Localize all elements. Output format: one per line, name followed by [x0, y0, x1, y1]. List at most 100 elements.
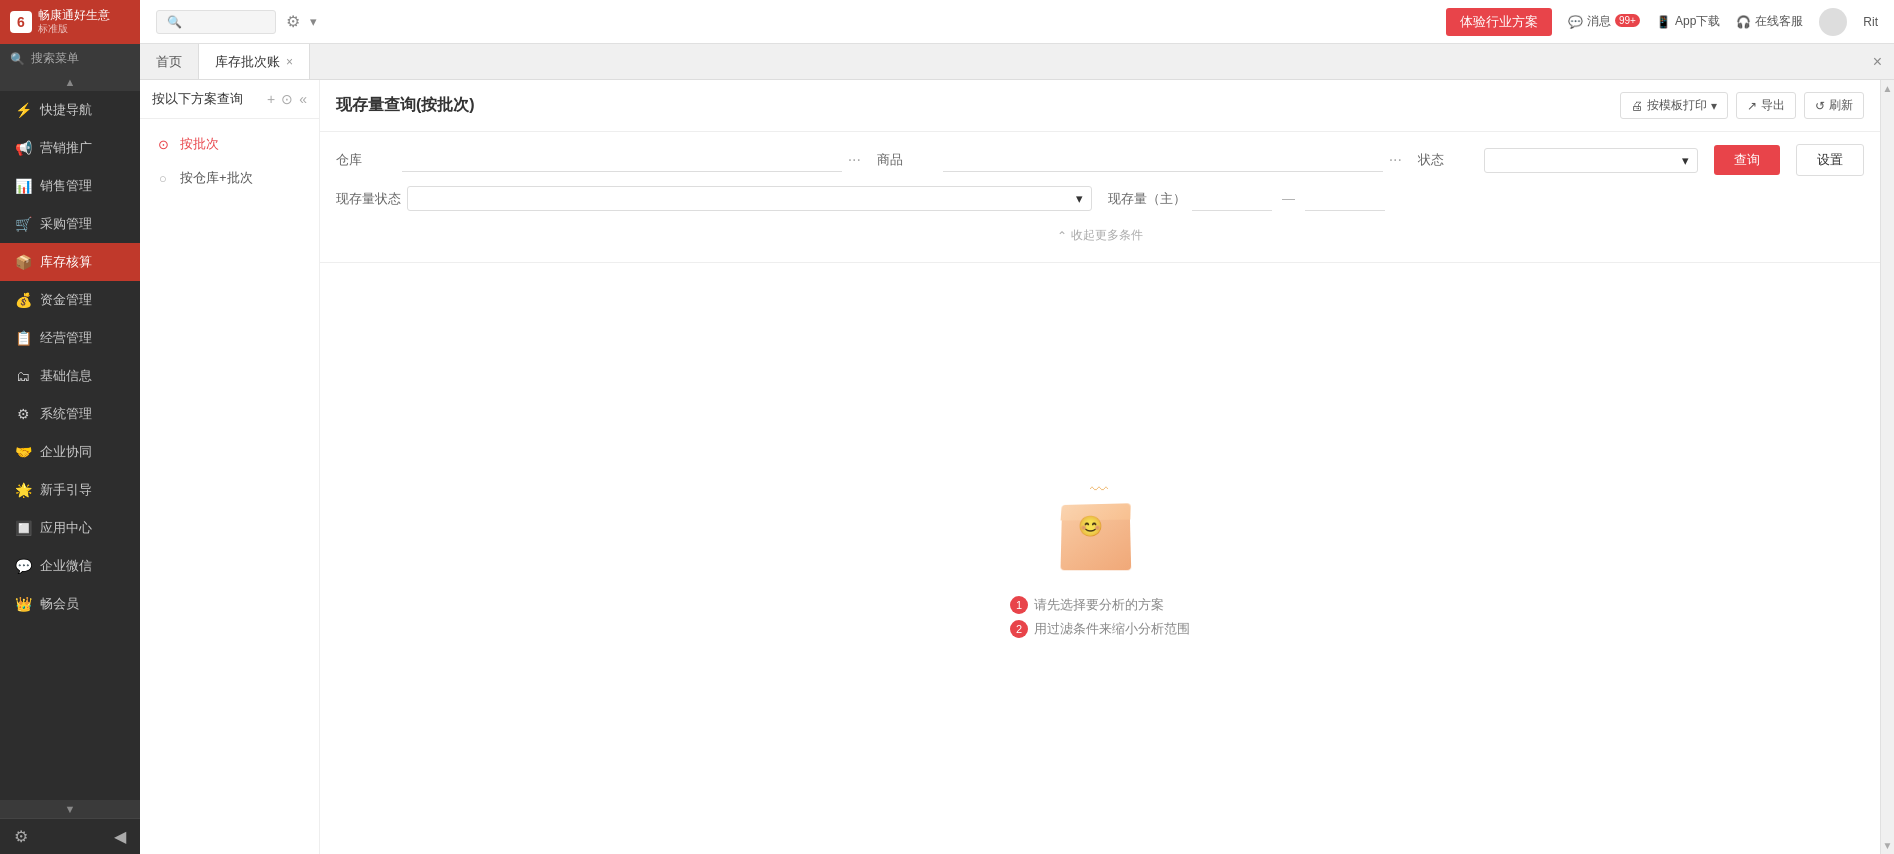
topbar-chevron-icon[interactable]: ▾ [310, 14, 317, 29]
stock-status-select[interactable]: ▾ [407, 186, 1092, 211]
sidebar-settings-icon[interactable]: ⚙ [14, 827, 28, 846]
user-avatar[interactable] [1819, 8, 1847, 36]
stock-qty-dash: — [1282, 191, 1295, 206]
sidebar-item-app-center[interactable]: 🔲 应用中心 [0, 509, 140, 547]
sidebar-label-inventory: 库存核算 [40, 253, 92, 271]
filter-panel-title: 按以下方案查询 [152, 90, 243, 108]
filter-row-2: 现存量状态 ▾ 现存量（主） — [336, 186, 1864, 211]
print-dropdown-icon: ▾ [1711, 99, 1717, 113]
tab-inventory-batch-label: 库存批次账 [215, 53, 280, 71]
product-input[interactable] [943, 148, 1383, 172]
status-label: 状态 [1418, 151, 1478, 169]
product-dots[interactable]: ··· [1389, 151, 1402, 169]
sidebar-item-member[interactable]: 👑 畅会员 [0, 585, 140, 623]
app-download-item[interactable]: 📱 App下载 [1656, 13, 1720, 30]
sidebar-item-sales[interactable]: 📊 销售管理 [0, 167, 140, 205]
experience-btn[interactable]: 体验行业方案 [1446, 8, 1552, 36]
sidebar-item-basic[interactable]: 🗂 基础信息 [0, 357, 140, 395]
message-label: 消息 [1587, 13, 1611, 30]
app-version: 标准版 [38, 22, 110, 36]
print-btn[interactable]: 🖨 按模板打印 ▾ [1620, 92, 1728, 119]
sidebar-label-enterprise: 企业协同 [40, 443, 92, 461]
app-name: 畅康通好生意 [38, 8, 110, 22]
sidebar-footer: ⚙ ◀ [0, 818, 140, 854]
collapse-row[interactable]: ⌃ 收起更多条件 [336, 221, 1864, 250]
online-service-item[interactable]: 🎧 在线客服 [1736, 13, 1803, 30]
status-field: 状态 ▾ [1418, 148, 1698, 173]
refresh-btn[interactable]: ↺ 刷新 [1804, 92, 1864, 119]
settings-button[interactable]: 设置 [1796, 144, 1864, 176]
sidebar-item-purchase[interactable]: 🛒 采购管理 [0, 205, 140, 243]
export-btn[interactable]: ↗ 导出 [1736, 92, 1796, 119]
sidebar-nav: ⚡ 快捷导航 📢 营销推广 📊 销售管理 🛒 采购管理 📦 库存核算 💰 资金管… [0, 91, 140, 800]
search-label: 搜索菜单 [31, 50, 79, 67]
tab-home-label: 首页 [156, 53, 182, 71]
panel-collapse-icon[interactable]: « [299, 91, 307, 107]
topbar-search-box[interactable]: 🔍 [156, 10, 276, 34]
warehouse-label: 仓库 [336, 151, 396, 169]
sidebar-search[interactable]: 🔍 搜索菜单 [0, 44, 140, 73]
tab-close-icon[interactable]: × [286, 55, 293, 69]
page-title: 现存量查询(按批次) [336, 95, 475, 116]
stock-status-field: 现存量状态 ▾ [336, 186, 1092, 211]
sidebar-label-operations: 经营管理 [40, 329, 92, 347]
topbar: 🔍 ⚙ ▾ 体验行业方案 💬 消息 99+ 📱 App下载 🎧 在线客服 Rit [140, 0, 1894, 44]
query-button[interactable]: 查询 [1714, 145, 1780, 175]
export-label: 导出 [1761, 97, 1785, 114]
scroll-up-arrow[interactable]: ▲ [1883, 80, 1893, 97]
status-chevron-icon: ▾ [1682, 153, 1689, 168]
sidebar-item-system[interactable]: ⚙ 系统管理 [0, 395, 140, 433]
guide-icon: 🌟 [14, 481, 32, 499]
user-name: Rit [1863, 15, 1878, 29]
message-badge: 99+ [1615, 14, 1640, 27]
sidebar-item-marketing[interactable]: 📢 营销推广 [0, 129, 140, 167]
sidebar-collapse-icon[interactable]: ◀ [114, 827, 126, 846]
status-select[interactable]: ▾ [1484, 148, 1698, 173]
warehouse-dots[interactable]: ··· [848, 151, 861, 169]
tab-home[interactable]: 首页 [140, 44, 199, 79]
scheme-settings-icon[interactable]: ⊙ [281, 91, 293, 107]
sidebar: 6 畅康通好生意 标准版 🔍 搜索菜单 ▲ ⚡ 快捷导航 📢 营销推广 📊 销售… [0, 0, 140, 854]
sidebar-item-inventory[interactable]: 📦 库存核算 [0, 243, 140, 281]
sidebar-label-system: 系统管理 [40, 405, 92, 423]
app-center-icon: 🔲 [14, 519, 32, 537]
message-item[interactable]: 💬 消息 99+ [1568, 13, 1640, 30]
sidebar-label-marketing: 营销推广 [40, 139, 92, 157]
hint-num-1: 1 [1010, 596, 1028, 614]
sidebar-item-enterprise-wechat[interactable]: 💬 企业微信 [0, 547, 140, 585]
warehouse-input[interactable] [402, 148, 842, 172]
tab-bar-close-icon[interactable]: × [1861, 53, 1894, 71]
app-download-label: App下载 [1675, 13, 1720, 30]
add-scheme-icon[interactable]: + [267, 91, 275, 107]
enterprise-icon: 🤝 [14, 443, 32, 461]
filter-scheme-by-batch[interactable]: ⊙ 按批次 [140, 127, 319, 161]
sidebar-label-purchase: 采购管理 [40, 215, 92, 233]
sidebar-item-finance[interactable]: 💰 资金管理 [0, 281, 140, 319]
sidebar-item-guide[interactable]: 🌟 新手引导 [0, 471, 140, 509]
sidebar-item-operations[interactable]: 📋 经营管理 [0, 319, 140, 357]
collapse-label: 收起更多条件 [1071, 227, 1143, 244]
stock-qty-to[interactable] [1305, 187, 1385, 211]
sidebar-item-enterprise[interactable]: 🤝 企业协同 [0, 433, 140, 471]
scroll-down-arrow[interactable]: ▼ [1883, 837, 1893, 854]
sales-icon: 📊 [14, 177, 32, 195]
filter-scheme-by-warehouse-batch[interactable]: ○ 按仓库+批次 [140, 161, 319, 195]
tab-inventory-batch[interactable]: 库存批次账 × [199, 44, 310, 79]
stock-qty-from[interactable] [1192, 187, 1272, 211]
topbar-settings-icon[interactable]: ⚙ [286, 12, 300, 31]
app-download-icon: 📱 [1656, 15, 1671, 29]
sidebar-label-enterprise-wechat: 企业微信 [40, 557, 92, 575]
sidebar-item-quick-nav[interactable]: ⚡ 快捷导航 [0, 91, 140, 129]
sidebar-label-finance: 资金管理 [40, 291, 92, 309]
sidebar-label-app-center: 应用中心 [40, 519, 92, 537]
stock-status-chevron-icon: ▾ [1076, 191, 1083, 206]
right-scrollbar: ▲ ▼ [1880, 80, 1894, 854]
print-icon: 🖨 [1631, 99, 1643, 113]
sidebar-scroll-up[interactable]: ▲ [0, 73, 140, 91]
sidebar-scroll-down[interactable]: ▼ [0, 800, 140, 818]
warehouse-field: 仓库 ··· [336, 148, 861, 172]
sidebar-label-member: 畅会员 [40, 595, 79, 613]
operations-icon: 📋 [14, 329, 32, 347]
app-logo: 6 [10, 11, 32, 33]
sidebar-label-basic: 基础信息 [40, 367, 92, 385]
